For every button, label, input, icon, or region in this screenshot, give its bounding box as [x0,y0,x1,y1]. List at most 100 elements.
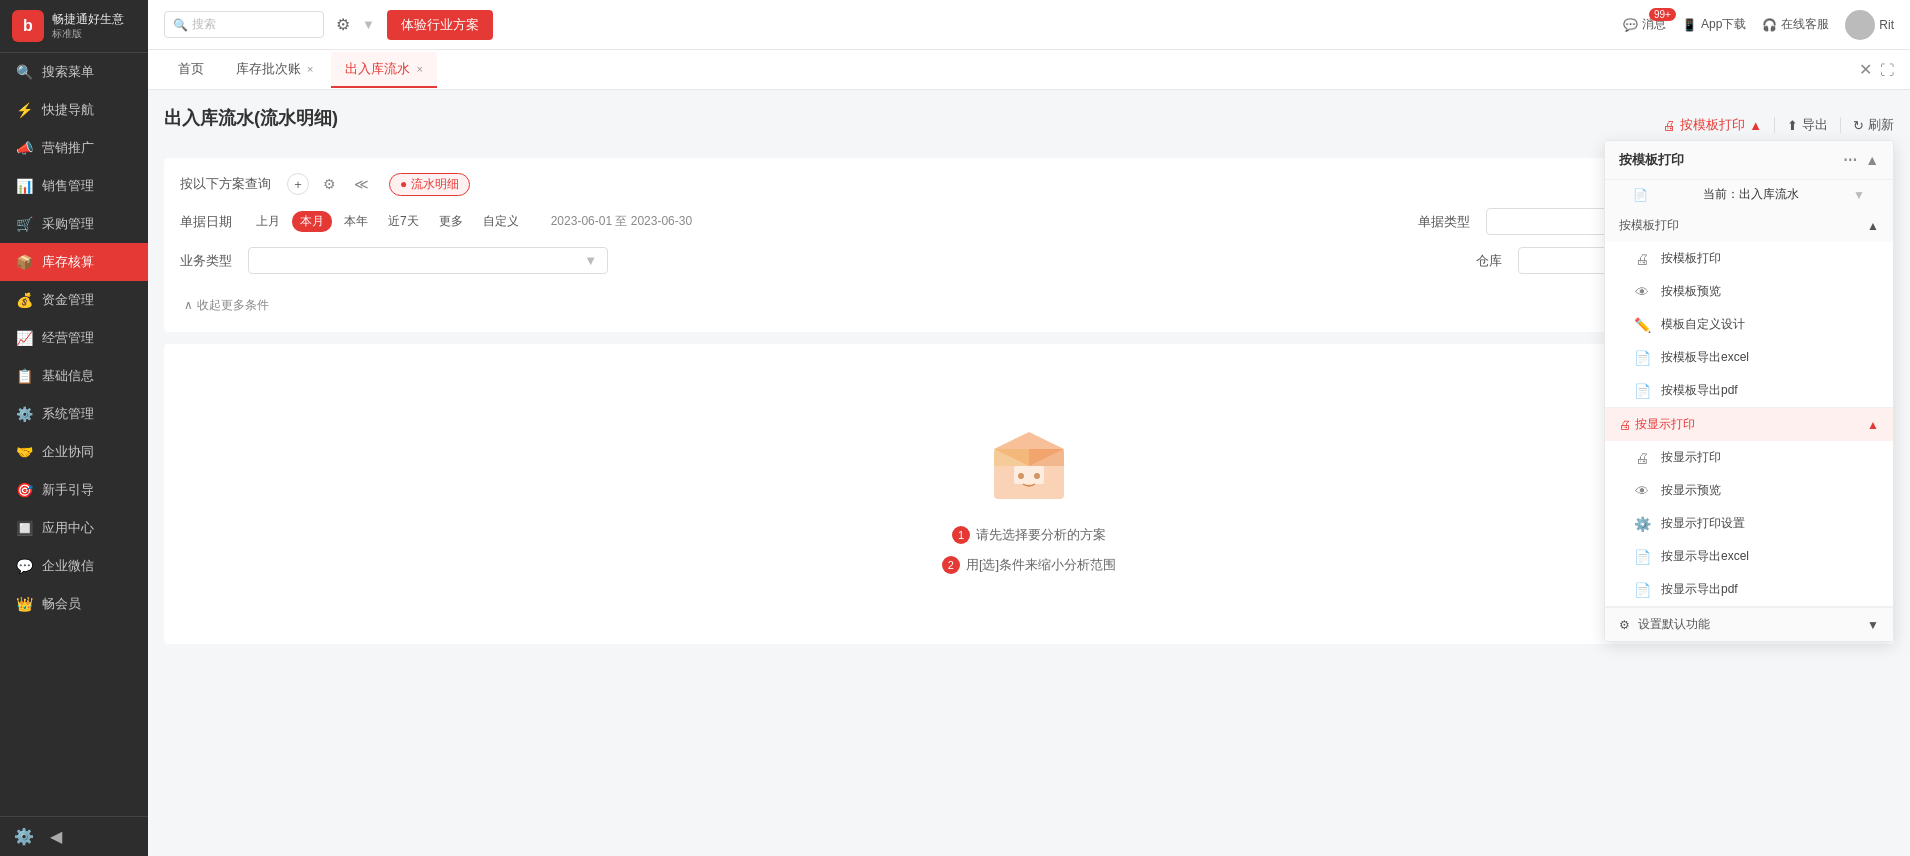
search-box[interactable]: 🔍 搜索 [164,11,324,38]
sidebar-item-sales[interactable]: 📊 销售管理 [0,167,148,205]
date-opt-custom[interactable]: 自定义 [475,211,527,232]
pdf2-icon: 📄 [1633,582,1651,598]
template-export-pdf-item[interactable]: 📄 按模板导出pdf [1605,374,1893,407]
sidebar-item-search[interactable]: 🔍 搜索菜单 [0,53,148,91]
trial-industry-button[interactable]: 体验行业方案 [387,10,493,40]
date-opt-last-month[interactable]: 上月 [248,211,288,232]
add-filter-button[interactable]: + [287,173,309,195]
template-export-excel-item[interactable]: 📄 按模板导出excel [1605,341,1893,374]
template-print-button[interactable]: 🖨 按模板打印 ▲ [1663,116,1762,134]
tab-flow[interactable]: 出入库流水 × [331,52,436,88]
biz-type-select[interactable]: ▼ [248,247,608,274]
template-customize-item[interactable]: ✏️ 模板自定义设计 [1605,308,1893,341]
finance-icon: 💰 [14,292,34,308]
sales-icon: 📊 [14,178,34,194]
sidebar-item-marketing[interactable]: 📣 营销推广 [0,129,148,167]
display-preview-item[interactable]: 👁 按显示预览 [1605,474,1893,507]
gear-icon[interactable]: ⚙ [336,15,350,34]
filter-tag-icon: ● [400,177,407,191]
eye-icon: 👁 [1633,284,1651,300]
message-icon: 💬 [1623,18,1638,32]
template-section-header[interactable]: 按模板打印 ▲ [1605,209,1893,242]
tab-maximize-icon[interactable]: ⛶ [1880,62,1894,78]
set-default-btn[interactable]: ⚙ 设置默认功能 ▼ [1605,607,1893,641]
sidebar-item-operations[interactable]: 📈 经营管理 [0,319,148,357]
svg-point-5 [1018,473,1024,479]
display-section-icon: 🖨 [1619,418,1631,432]
settings-icon[interactable]: ⚙️ [14,827,34,846]
settings-icon: ⚙️ [1633,516,1651,532]
empty-icon [979,414,1079,514]
sidebar-item-quicknav[interactable]: ⚡ 快捷导航 [0,91,148,129]
enterprise-icon: 🤝 [14,444,34,460]
date-opt-this-month[interactable]: 本月 [292,211,332,232]
dropdown-arrow-icon: ▼ [362,17,375,32]
empty-hint-2: 2 用[选]条件来缩小分析范围 [942,556,1116,574]
sidebar-item-apps[interactable]: 🔲 应用中心 [0,509,148,547]
refresh-button[interactable]: ↻ 刷新 [1853,116,1894,134]
filter-collapse-icon[interactable]: ≪ [349,172,373,196]
sidebar-item-finance[interactable]: 💰 资金管理 [0,281,148,319]
page-header: 出入库流水(流水明细) 🖨 按模板打印 ▲ ⬆ 导出 ↻ 刷新 [164,106,1894,144]
sidebar-item-system[interactable]: ⚙️ 系统管理 [0,395,148,433]
collapse-icon[interactable]: ◀ [50,827,62,846]
display-export-excel-item[interactable]: 📄 按显示导出excel [1605,540,1893,573]
date-opt-this-year[interactable]: 本年 [336,211,376,232]
collapse-arrow-icon: ∧ [184,298,193,312]
template-preview-item[interactable]: 👁 按模板预览 [1605,275,1893,308]
date-opt-7days[interactable]: 近7天 [380,211,427,232]
page-title: 出入库流水(流水明细) [164,106,338,130]
tab-batch[interactable]: 库存批次账 × [222,52,327,88]
tab-close-flow[interactable]: × [416,63,422,75]
display-section-header[interactable]: 🖨 按显示打印 ▲ [1605,408,1893,441]
biz-type-arrow-icon: ▼ [584,253,597,268]
dropdown-panel: 按模板打印 ⋯ ▲ 📄 当前：出入库流水 ▼ 按模板打印 ▲ 🖨 [1604,140,1894,642]
collapse-btn[interactable]: ∧ 收起更多条件 [180,291,269,314]
app-download-button[interactable]: 📱 App下载 [1682,16,1746,33]
sidebar-item-member[interactable]: 👑 畅会员 [0,585,148,623]
filter-tag[interactable]: ● 流水明细 [389,173,470,196]
display-export-pdf-item[interactable]: 📄 按显示导出pdf [1605,573,1893,606]
wechat-icon: 💬 [14,558,34,574]
svg-point-6 [1034,473,1040,479]
dots-icon[interactable]: ⋯ [1843,152,1857,168]
date-range-display: 2023-06-01 至 2023-06-30 [551,213,692,230]
sidebar-item-inventory[interactable]: 📦 库存核算 [0,243,148,281]
sidebar-item-enterprise[interactable]: 🤝 企业协同 [0,433,148,471]
search-icon: 🔍 [173,18,188,32]
sidebar-item-basicinfo[interactable]: 📋 基础信息 [0,357,148,395]
tab-home[interactable]: 首页 [164,52,218,88]
online-service-button[interactable]: 🎧 在线客服 [1762,16,1829,33]
sidebar: b 畅捷通好生意 标准版 🔍 搜索菜单 ⚡ 快捷导航 📣 营销推广 📊 销售管理… [0,0,148,856]
messages-button[interactable]: 💬 消息 99+ [1623,16,1666,33]
purchase-icon: 🛒 [14,216,34,232]
sidebar-item-wechat[interactable]: 💬 企业微信 [0,547,148,585]
filter-settings-icon[interactable]: ⚙ [317,172,341,196]
user-avatar[interactable]: Rit [1845,10,1894,40]
date-opt-more[interactable]: 更多 [431,211,471,232]
page-content: 出入库流水(流水明细) 🖨 按模板打印 ▲ ⬆ 导出 ↻ 刷新 [148,90,1910,856]
tab-close-batch[interactable]: × [307,63,313,75]
lightning-icon: ⚡ [14,102,34,118]
refresh-icon: ↻ [1853,118,1864,133]
export-button[interactable]: ⬆ 导出 [1787,116,1828,134]
empty-state: 1 请先选择要分析的方案 2 用[选]条件来缩小分析范围 [942,414,1116,574]
guide-icon: 🎯 [14,482,34,498]
app-logo: b 畅捷通好生意 标准版 [0,0,148,53]
right-actions: 🖨 按模板打印 ▲ ⬆ 导出 ↻ 刷新 [1663,116,1894,134]
empty-hint-1: 1 请先选择要分析的方案 [952,526,1106,544]
tab-window-actions: ✕ ⛶ [1859,60,1894,79]
main-area: 🔍 搜索 ⚙ ▼ 体验行业方案 💬 消息 99+ 📱 App下载 🎧 在线客服 … [148,0,1910,856]
printer2-icon: 🖨 [1633,450,1651,466]
chevron-up-icon: ▲ [1749,118,1762,133]
template-print-item[interactable]: 🖨 按模板打印 [1605,242,1893,275]
chevron-up-icon[interactable]: ▲ [1865,152,1879,168]
sidebar-item-purchase[interactable]: 🛒 采购管理 [0,205,148,243]
sidebar-item-guide[interactable]: 🎯 新手引导 [0,471,148,509]
display-print-item[interactable]: 🖨 按显示打印 [1605,441,1893,474]
tab-close-window-icon[interactable]: ✕ [1859,60,1872,79]
template-print-section: 按模板打印 ▲ 🖨 按模板打印 👁 按模板预览 ✏️ 模板自定义设计 📄 [1605,209,1893,408]
doc-type-label: 单据类型 [1418,213,1470,231]
display-print-settings-item[interactable]: ⚙️ 按显示打印设置 [1605,507,1893,540]
divider2 [1840,117,1841,133]
